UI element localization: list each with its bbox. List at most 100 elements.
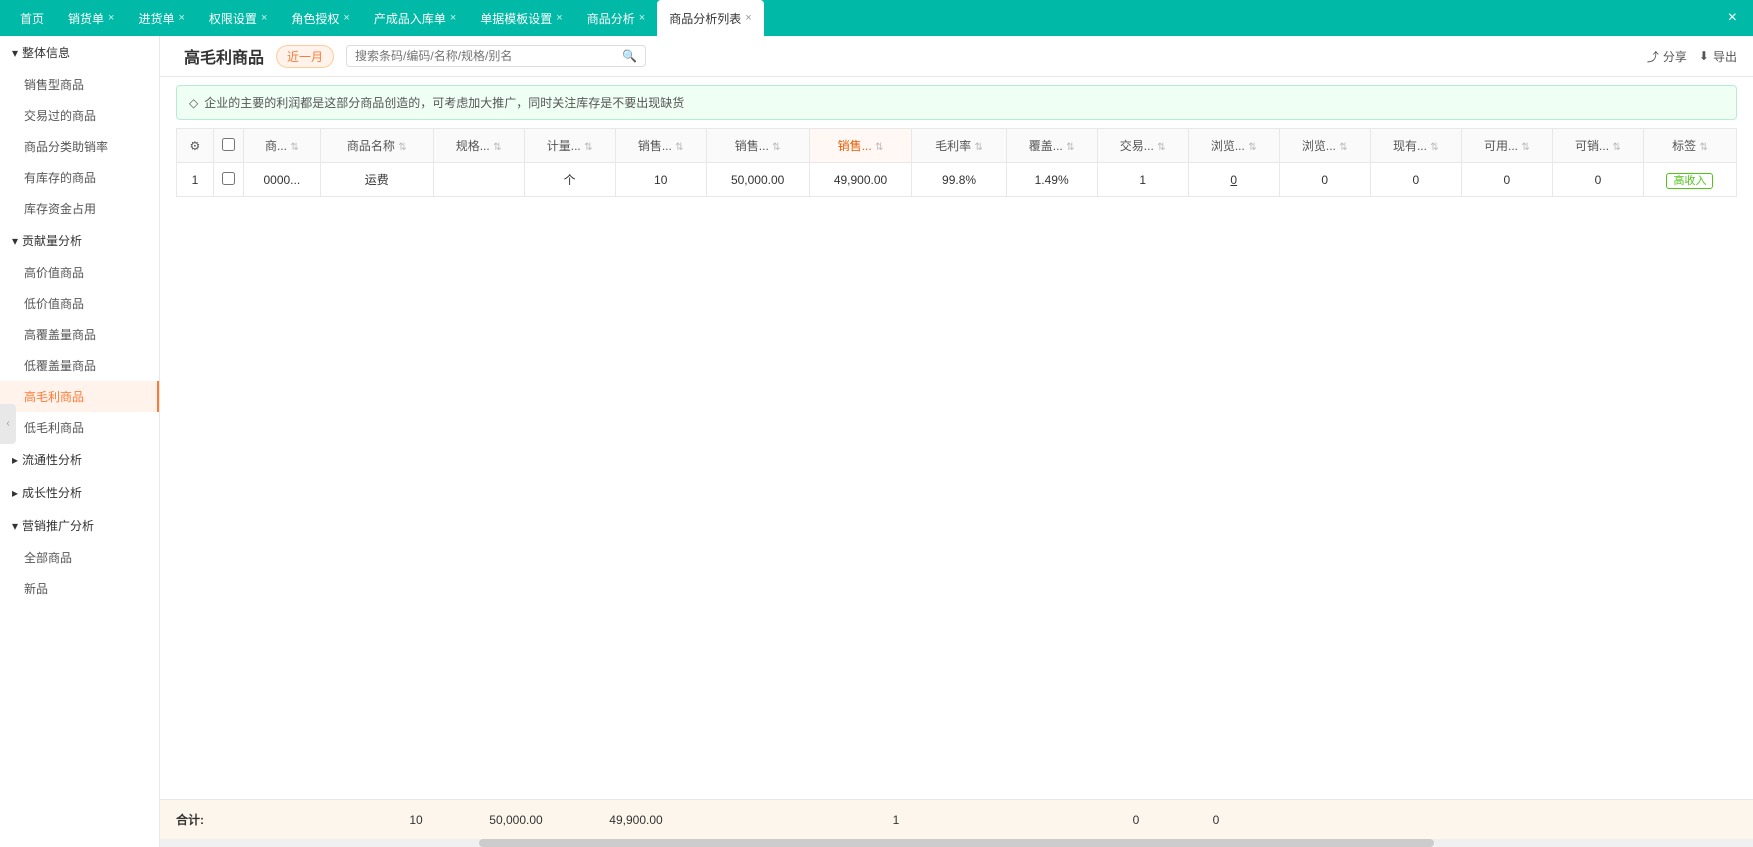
search-box: 🔍	[346, 45, 646, 67]
cell-browse1[interactable]: 0	[1188, 163, 1279, 197]
sort-icon: ⇅	[290, 142, 298, 153]
nav-tab-sales[interactable]: 销货单 ×	[56, 0, 126, 36]
footer-current-stock: 0	[1096, 813, 1176, 827]
sort-icon: ⇅	[975, 142, 983, 153]
cell-sales-amount: 50,000.00	[706, 163, 809, 197]
column-current-stock[interactable]: 现有... ⇅	[1370, 129, 1461, 163]
cell-transaction: 1	[1097, 163, 1188, 197]
column-tag[interactable]: 标签 ⇅	[1643, 129, 1736, 163]
cell-spec	[433, 163, 524, 197]
column-gross-margin[interactable]: 毛利率 ⇅	[912, 129, 1006, 163]
nav-tab-production[interactable]: 产成品入库单 ×	[362, 0, 468, 36]
cell-sellable: 0	[1552, 163, 1643, 197]
sidebar-group-growth[interactable]: ▸ 成长性分析	[0, 476, 159, 509]
export-button[interactable]: ⬇ 导出	[1699, 48, 1737, 65]
sidebar-item-category-rate[interactable]: 商品分类助销率	[0, 131, 159, 162]
nav-tab-roles[interactable]: 角色授权 ×	[279, 0, 361, 36]
footer-empty2	[776, 813, 856, 827]
sidebar-collapse-button[interactable]: ‹	[0, 404, 16, 444]
sidebar-group-overview[interactable]: ▾ 整体信息	[0, 36, 159, 69]
close-icon[interactable]: ×	[639, 12, 645, 24]
chevron-right-icon: ▸	[12, 453, 18, 467]
close-icon[interactable]: ×	[450, 12, 456, 24]
close-icon[interactable]: ×	[343, 12, 349, 24]
sidebar-item-stock-capital[interactable]: 库存资金占用	[0, 193, 159, 224]
sidebar-item-new-goods[interactable]: 新品	[0, 573, 159, 604]
scrollbar-thumb[interactable]	[479, 839, 1435, 847]
export-icon: ⬇	[1699, 49, 1709, 63]
cell-tag: 高收入	[1643, 163, 1736, 197]
nav-tab-home[interactable]: 首页	[8, 0, 56, 36]
column-sales-profit[interactable]: 销售... ⇅	[809, 129, 912, 163]
column-browse1[interactable]: 浏览... ⇅	[1188, 129, 1279, 163]
footer-empty5	[1256, 813, 1336, 827]
nav-tab-template[interactable]: 单据模板设置 ×	[468, 0, 574, 36]
sidebar-item-sales-goods[interactable]: 销售型商品	[0, 69, 159, 100]
column-code[interactable]: 商... ⇅	[243, 129, 320, 163]
column-settings[interactable]: ⚙	[177, 129, 214, 163]
column-spec[interactable]: 规格... ⇅	[433, 129, 524, 163]
share-button[interactable]: ⤴ 分享	[1647, 48, 1687, 65]
sidebar-item-in-stock[interactable]: 有库存的商品	[0, 162, 159, 193]
horizontal-scrollbar[interactable]	[160, 839, 1753, 847]
share-icon: ⤴	[1647, 48, 1659, 65]
window-close-button[interactable]: ×	[1720, 9, 1745, 27]
column-browse2[interactable]: 浏览... ⇅	[1279, 129, 1370, 163]
column-unit[interactable]: 计量... ⇅	[524, 129, 615, 163]
sidebar-item-high-value[interactable]: 高价值商品	[0, 257, 159, 288]
column-coverage[interactable]: 覆盖... ⇅	[1006, 129, 1097, 163]
column-available[interactable]: 可用... ⇅	[1461, 129, 1552, 163]
column-sales-count[interactable]: 销售... ⇅	[615, 129, 706, 163]
sort-icon: ⇅	[584, 142, 592, 153]
close-icon[interactable]: ×	[745, 12, 751, 24]
footer-empty4	[1016, 813, 1096, 827]
sidebar-item-traded-goods[interactable]: 交易过的商品	[0, 100, 159, 131]
close-icon[interactable]: ×	[261, 12, 267, 24]
column-transaction[interactable]: 交易... ⇅	[1097, 129, 1188, 163]
sidebar-item-all-goods[interactable]: 全部商品	[0, 542, 159, 573]
sort-icon: ⇅	[398, 142, 406, 153]
row-checkbox[interactable]	[222, 172, 235, 185]
nav-tab-analysis-list[interactable]: 商品分析列表 ×	[657, 0, 763, 36]
table-row: 1 0000... 运费	[177, 163, 1737, 197]
nav-tab-permissions[interactable]: 权限设置 ×	[197, 0, 279, 36]
footer-available: 0	[1176, 813, 1256, 827]
cell-sales-count: 10	[615, 163, 706, 197]
sidebar-item-high-coverage[interactable]: 高覆盖量商品	[0, 319, 159, 350]
sidebar-item-low-coverage[interactable]: 低覆盖量商品	[0, 350, 159, 381]
info-banner: ◇ 企业的主要的利润都是这部分商品创造的，可考虑加大推广，同时关注库存是不要出现…	[176, 85, 1737, 120]
column-sales-amount[interactable]: 销售... ⇅	[706, 129, 809, 163]
filter-recent-month-button[interactable]: 近一月	[276, 45, 334, 68]
close-icon[interactable]: ×	[108, 12, 114, 24]
sidebar-item-low-margin[interactable]: 低毛利商品	[0, 412, 159, 443]
footer-sales-profit: 49,900.00	[576, 813, 696, 827]
main-layout: ▾ 整体信息 销售型商品 交易过的商品 商品分类助销率 有库存的商品 库存资金占…	[0, 36, 1753, 847]
footer-cells: 10 50,000.00 49,900.00 1 0 0	[376, 813, 1737, 827]
column-checkbox	[213, 129, 243, 163]
sort-icon: ⇅	[1066, 142, 1074, 153]
nav-tab-purchase[interactable]: 进货单 ×	[126, 0, 196, 36]
cell-current-stock: 0	[1370, 163, 1461, 197]
cell-browse2: 0	[1279, 163, 1370, 197]
sidebar-item-high-margin[interactable]: 高毛利商品	[0, 381, 159, 412]
select-all-checkbox[interactable]	[222, 138, 235, 151]
nav-tab-analysis[interactable]: 商品分析 ×	[575, 0, 657, 36]
sidebar-group-contribution[interactable]: ▾ 贡献量分析	[0, 224, 159, 257]
sort-icon: ⇅	[1430, 142, 1438, 153]
sort-icon: ⇅	[1699, 142, 1707, 153]
sort-icon: ⇅	[875, 142, 883, 153]
sidebar-group-marketing[interactable]: ▾ 营销推广分析	[0, 509, 159, 542]
sidebar-item-low-value[interactable]: 低价值商品	[0, 288, 159, 319]
column-name[interactable]: 商品名称 ⇅	[320, 129, 433, 163]
footer-total-row: 合计: 10 50,000.00 49,900.00 1 0 0	[160, 799, 1753, 839]
info-icon: ◇	[189, 96, 198, 110]
column-sellable[interactable]: 可销... ⇅	[1552, 129, 1643, 163]
content-header: 高毛利商品 近一月 🔍 ⤴ 分享 ⬇ 导出	[160, 36, 1753, 77]
sidebar-group-circulation[interactable]: ▸ 流通性分析	[0, 443, 159, 476]
search-input[interactable]	[355, 49, 618, 63]
close-icon[interactable]: ×	[556, 12, 562, 24]
search-icon[interactable]: 🔍	[622, 49, 637, 63]
page-title: 高毛利商品	[184, 44, 264, 68]
table-header-row: ⚙ 商... ⇅ 商品名称 ⇅ 规格...	[177, 129, 1737, 163]
close-icon[interactable]: ×	[178, 12, 184, 24]
